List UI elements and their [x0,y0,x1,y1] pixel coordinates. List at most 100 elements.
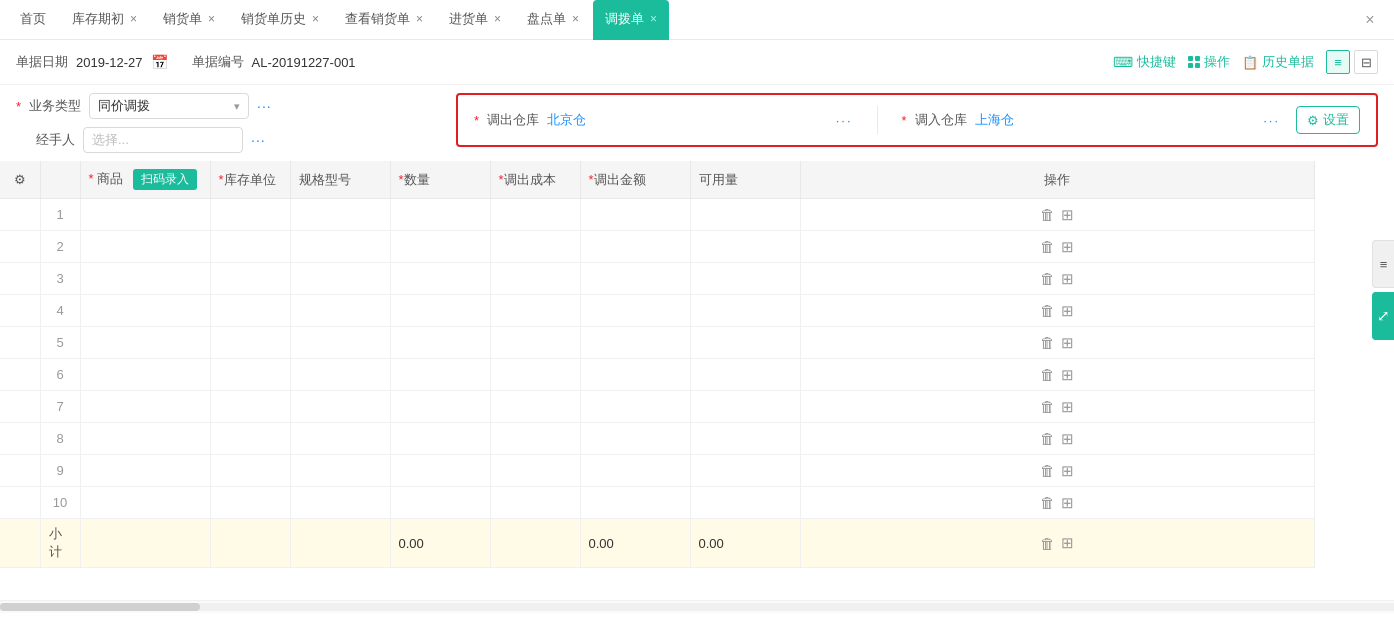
row-spec-9[interactable] [290,455,390,487]
scan-entry-btn[interactable]: 扫码录入 [133,169,197,190]
copy-row-4-icon[interactable]: ⊞ [1061,302,1074,320]
settings-btn[interactable]: ⚙ 设置 [1296,106,1360,134]
row-product-6[interactable] [80,359,210,391]
subtotal-copy-icon[interactable]: ⊞ [1061,534,1074,552]
row-amount-4[interactable] [580,295,690,327]
row-cost-6[interactable] [490,359,580,391]
row-product-10[interactable] [80,487,210,519]
tab-transfer[interactable]: 调拨单 × [593,0,669,40]
business-type-dropdown[interactable]: 同价调拨 ▾ [89,93,249,119]
row-spec-3[interactable] [290,263,390,295]
delete-row-6-icon[interactable]: 🗑 [1040,366,1055,383]
copy-row-3-icon[interactable]: ⊞ [1061,270,1074,288]
in-warehouse-value[interactable]: 上海仓 [975,111,1014,129]
row-cost-7[interactable] [490,391,580,423]
history-btn[interactable]: 📋 历史单据 [1242,53,1314,71]
row-available-7[interactable] [690,391,800,423]
row-unit-3[interactable] [210,263,290,295]
col-header-gear[interactable]: ⚙ [0,161,40,199]
row-cost-1[interactable] [490,199,580,231]
row-amount-3[interactable] [580,263,690,295]
tab-sales-history[interactable]: 销货单历史 × [229,0,331,40]
row-product-3[interactable] [80,263,210,295]
row-available-8[interactable] [690,423,800,455]
row-cost-2[interactable] [490,231,580,263]
row-unit-7[interactable] [210,391,290,423]
out-warehouse-value[interactable]: 北京仓 [547,111,586,129]
tab-close-sales-order[interactable]: × [208,12,215,26]
copy-row-2-icon[interactable]: ⊞ [1061,238,1074,256]
row-unit-1[interactable] [210,199,290,231]
row-qty-7[interactable] [390,391,490,423]
in-warehouse-more-icon[interactable]: ··· [1263,113,1280,128]
delete-row-5-icon[interactable]: 🗑 [1040,334,1055,351]
row-available-4[interactable] [690,295,800,327]
subtotal-delete-icon[interactable]: 🗑 [1040,535,1055,552]
business-type-more-icon[interactable]: ··· [257,98,272,114]
copy-row-6-icon[interactable]: ⊞ [1061,366,1074,384]
copy-row-5-icon[interactable]: ⊞ [1061,334,1074,352]
tab-close-inventory-check[interactable]: × [572,12,579,26]
delete-row-10-icon[interactable]: 🗑 [1040,494,1055,511]
row-available-3[interactable] [690,263,800,295]
handler-more-icon[interactable]: ··· [251,132,266,148]
delete-row-2-icon[interactable]: 🗑 [1040,238,1055,255]
copy-row-8-icon[interactable]: ⊞ [1061,430,1074,448]
row-product-7[interactable] [80,391,210,423]
tab-close-transfer[interactable]: × [650,12,657,26]
tab-sales-order[interactable]: 销货单 × [151,0,227,40]
row-unit-4[interactable] [210,295,290,327]
row-qty-2[interactable] [390,231,490,263]
row-cost-5[interactable] [490,327,580,359]
row-amount-10[interactable] [580,487,690,519]
layout-grid-btn[interactable]: ⊟ [1354,50,1378,74]
row-available-2[interactable] [690,231,800,263]
data-table-wrapper[interactable]: ⚙ * 商品 扫码录入 *库存单位 规格型号 *数量 *调出成本 *调出金额 [0,161,1394,600]
shortcut-btn[interactable]: ⌨ 快捷键 [1113,53,1176,71]
row-cost-8[interactable] [490,423,580,455]
window-close-btn[interactable]: × [1354,4,1386,36]
row-product-2[interactable] [80,231,210,263]
handler-dropdown[interactable]: 选择... [83,127,243,153]
row-cost-3[interactable] [490,263,580,295]
row-product-8[interactable] [80,423,210,455]
row-amount-7[interactable] [580,391,690,423]
row-qty-3[interactable] [390,263,490,295]
number-value[interactable]: AL-20191227-001 [252,55,356,70]
tab-check-sales[interactable]: 查看销货单 × [333,0,435,40]
row-amount-9[interactable] [580,455,690,487]
row-cost-10[interactable] [490,487,580,519]
copy-row-1-icon[interactable]: ⊞ [1061,206,1074,224]
right-panel-list-btn[interactable]: ≡ [1372,240,1394,288]
row-available-9[interactable] [690,455,800,487]
row-amount-1[interactable] [580,199,690,231]
right-panel-expand-btn[interactable]: ⤢ [1372,292,1394,340]
row-spec-5[interactable] [290,327,390,359]
row-available-6[interactable] [690,359,800,391]
copy-row-10-icon[interactable]: ⊞ [1061,494,1074,512]
row-unit-8[interactable] [210,423,290,455]
row-spec-6[interactable] [290,359,390,391]
delete-row-7-icon[interactable]: 🗑 [1040,398,1055,415]
row-product-9[interactable] [80,455,210,487]
operations-btn[interactable]: 操作 [1188,53,1230,71]
row-qty-10[interactable] [390,487,490,519]
delete-row-1-icon[interactable]: 🗑 [1040,206,1055,223]
tab-home[interactable]: 首页 [8,0,58,40]
delete-row-8-icon[interactable]: 🗑 [1040,430,1055,447]
tab-close-check-sales[interactable]: × [416,12,423,26]
out-warehouse-more-icon[interactable]: ··· [836,113,853,128]
copy-row-9-icon[interactable]: ⊞ [1061,462,1074,480]
row-available-1[interactable] [690,199,800,231]
calendar-icon[interactable]: 📅 [151,54,168,70]
row-spec-10[interactable] [290,487,390,519]
delete-row-3-icon[interactable]: 🗑 [1040,270,1055,287]
row-qty-1[interactable] [390,199,490,231]
row-unit-9[interactable] [210,455,290,487]
row-amount-6[interactable] [580,359,690,391]
horizontal-scrollbar[interactable] [0,603,1394,611]
tab-close-purchase[interactable]: × [494,12,501,26]
row-qty-4[interactable] [390,295,490,327]
row-available-5[interactable] [690,327,800,359]
row-unit-6[interactable] [210,359,290,391]
